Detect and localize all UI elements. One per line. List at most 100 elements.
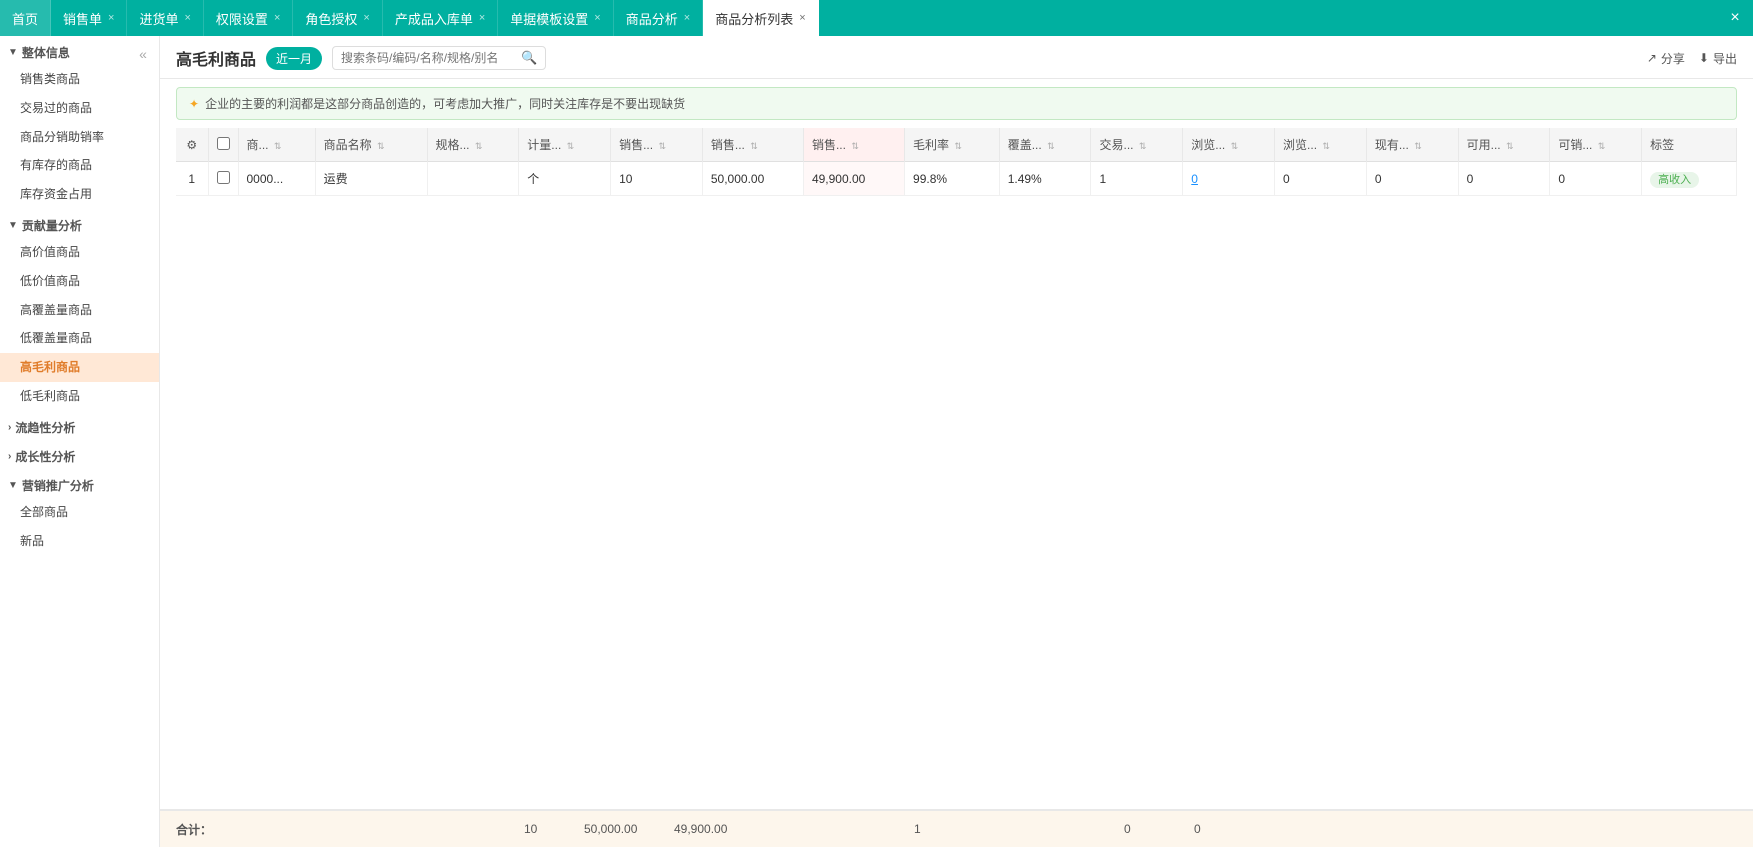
sidebar-item-stock-capital[interactable]: 库存资金占用 [0,180,159,209]
close-all-tabs-button[interactable]: × [1717,0,1753,36]
close-permission-tab[interactable]: × [274,12,280,24]
sidebar-item-high-value[interactable]: 高价值商品 [0,238,159,267]
col-name: 商品名称 ⇅ [315,128,427,162]
table-wrapper: ⚙ 商... ⇅ 商品名称 ⇅ 规格... [160,128,1753,809]
col-checkbox [208,128,238,162]
select-all-checkbox[interactable] [217,137,230,150]
sort-available-stock-icon[interactable]: ⇅ [1506,141,1514,151]
sort-name-icon[interactable]: ⇅ [377,141,385,151]
share-icon: ↗ [1647,51,1657,65]
sort-gross-margin-icon[interactable]: ⇅ [954,141,962,151]
sort-spec-icon[interactable]: ⇅ [475,141,483,151]
col-tag: 标签 [1642,128,1737,162]
cell-sales-profit: 49,900.00 [803,162,904,196]
sidebar-item-low-value[interactable]: 低价值商品 [0,267,159,296]
search-input[interactable] [341,51,521,65]
row-checkbox[interactable] [217,171,230,184]
sort-sales-qty-icon[interactable]: ⇅ [658,141,666,151]
time-filter-button[interactable]: 近一月 [266,47,322,70]
sort-coverage-icon[interactable]: ⇅ [1047,141,1055,151]
sidebar-item-high-margin[interactable]: 高毛利商品 [0,353,159,382]
sort-code-icon[interactable]: ⇅ [274,141,282,151]
cell-unit: 个 [519,162,611,196]
search-icon[interactable]: 🔍 [521,50,537,66]
close-purchase-tab[interactable]: × [184,12,190,24]
total-current-stock: 0 [1116,822,1186,836]
sort-sales-profit-icon[interactable]: ⇅ [851,141,859,151]
sidebar-group-trend[interactable]: › 流趋性分析 [0,411,159,440]
sidebar-group-marketing[interactable]: ▼ 营销推广分析 [0,469,159,498]
info-icon: ✦ [189,97,199,111]
sort-current-stock-icon[interactable]: ⇅ [1414,141,1422,151]
total-available-stock: 0 [1186,822,1256,836]
col-trade-cnt: 交易... ⇅ [1091,128,1183,162]
close-product-in-tab[interactable]: × [479,12,485,24]
sidebar-item-low-coverage[interactable]: 低覆盖量商品 [0,324,159,353]
total-spacer6 [1046,822,1116,836]
col-sales-profit: 销售... ⇅ [803,128,904,162]
cell-sales-qty: 10 [611,162,703,196]
nav-tab-permission[interactable]: 权限设置 × [204,0,293,36]
sidebar-item-all-goods[interactable]: 全部商品 [0,498,159,527]
nav-tab-template[interactable]: 单据模板设置 × [498,0,613,36]
col-spec: 规格... ⇅ [427,128,519,162]
close-template-tab[interactable]: × [594,12,600,24]
close-sales-tab[interactable]: × [108,12,114,24]
sidebar-collapse-button[interactable]: « [133,44,153,64]
sort-views2-icon[interactable]: ⇅ [1322,141,1330,151]
total-sales-qty: 10 [516,822,576,836]
sidebar-item-new-goods[interactable]: 新品 [0,527,159,556]
col-available-stock: 可用... ⇅ [1458,128,1550,162]
sort-sales-amount-icon[interactable]: ⇅ [750,141,758,151]
nav-tab-purchase[interactable]: 进货单 × [127,0,203,36]
total-sales-profit: 49,900.00 [666,822,756,836]
total-spacer5 [976,822,1046,836]
share-button[interactable]: ↗ 分享 [1647,50,1685,67]
sort-trade-cnt-icon[interactable]: ⇅ [1139,141,1147,151]
table-row: 1 0000... 运费 [176,162,1737,196]
sidebar-group-growth[interactable]: › 成长性分析 [0,440,159,469]
cell-sales-amount: 50,000.00 [702,162,803,196]
sort-views1-icon[interactable]: ⇅ [1231,141,1239,151]
sidebar-item-high-coverage[interactable]: 高覆盖量商品 [0,296,159,325]
nav-tab-sales[interactable]: 销售单 × [51,0,127,36]
nav-tab-home[interactable]: 首页 [0,0,51,36]
col-sales-amount: 销售... ⇅ [702,128,803,162]
sidebar-item-low-margin[interactable]: 低毛利商品 [0,382,159,411]
sidebar: « ▼ 整体信息 销售类商品 交易过的商品 商品分销助销率 有库存的商品 库存资… [0,36,160,847]
footer-total: 合计： 10 50,000.00 49,900.00 1 0 0 [160,809,1753,847]
close-analytics-tab[interactable]: × [684,12,690,24]
sidebar-item-traded-goods[interactable]: 交易过的商品 [0,94,159,123]
sidebar-item-distribution-rate[interactable]: 商品分销助销率 [0,123,159,152]
main-layout: « ▼ 整体信息 销售类商品 交易过的商品 商品分销助销率 有库存的商品 库存资… [0,36,1753,847]
nav-tab-product-in[interactable]: 产成品入库单 × [383,0,498,36]
nav-tab-role[interactable]: 角色授权 × [293,0,382,36]
cell-gross-margin: 99.8% [905,162,1000,196]
cell-index: 1 [176,162,208,196]
col-gross-margin: 毛利率 ⇅ [905,128,1000,162]
page-title: 高毛利商品 [176,46,256,70]
col-settings[interactable]: ⚙ [176,128,208,162]
cell-name: 运费 [315,162,427,196]
group-arrow-overall: ▼ [8,47,18,58]
col-views1: 浏览... ⇅ [1183,128,1275,162]
cell-tag: 高收入 [1642,162,1737,196]
close-role-tab[interactable]: × [363,12,369,24]
sort-unit-icon[interactable]: ⇅ [567,141,575,151]
sidebar-item-sales-goods[interactable]: 销售类商品 [0,65,159,94]
total-trade-cnt: 1 [906,822,976,836]
nav-tab-analytics[interactable]: 商品分析 × [614,0,703,36]
sort-sellable-stock-icon[interactable]: ⇅ [1598,141,1606,151]
cell-views2: 0 [1275,162,1367,196]
sidebar-item-stocked-goods[interactable]: 有库存的商品 [0,151,159,180]
header-actions: ↗ 分享 ⬇ 导出 [1647,50,1737,67]
total-spacer2 [456,822,516,836]
total-spacer4 [836,822,906,836]
cell-sellable-stock: 0 [1550,162,1642,196]
group-arrow-trend: › [8,422,11,433]
nav-tab-analytics-list[interactable]: 商品分析列表 × [703,0,818,36]
col-coverage: 覆盖... ⇅ [999,128,1091,162]
sidebar-group-contribution[interactable]: ▼ 贡献量分析 [0,209,159,238]
close-analytics-list-tab[interactable]: × [799,12,805,24]
export-button[interactable]: ⬇ 导出 [1699,50,1737,67]
